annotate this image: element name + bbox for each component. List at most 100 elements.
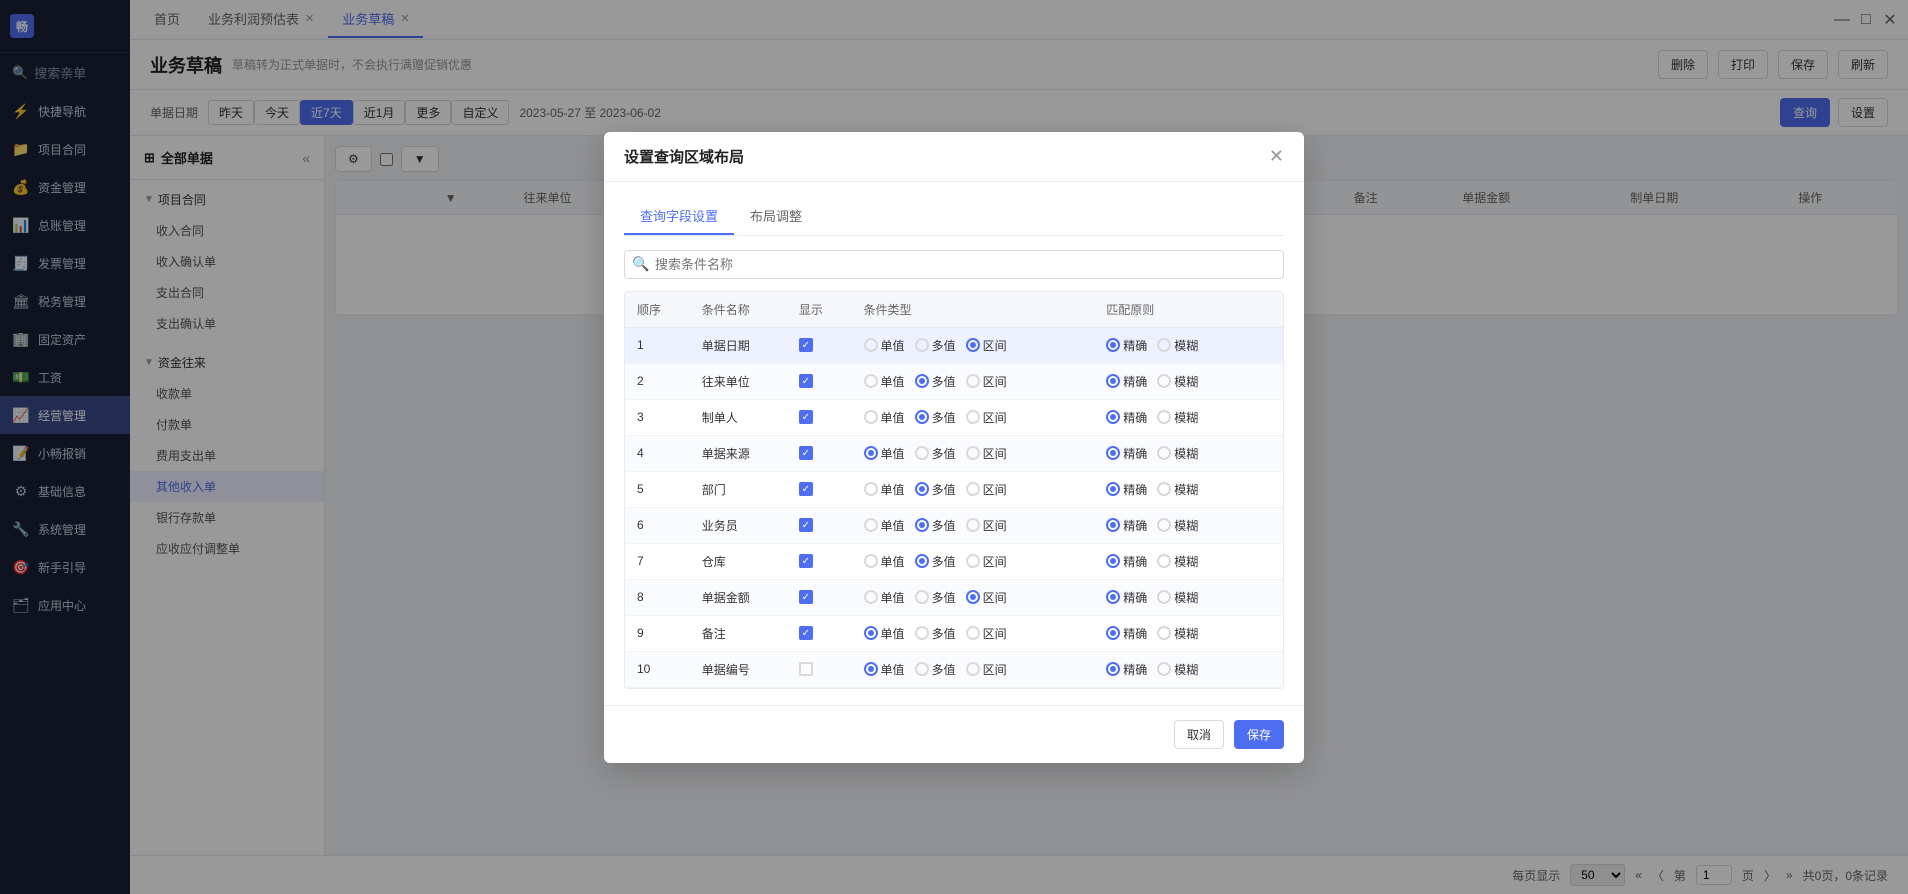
type-radio-区间-2[interactable]: 区间 bbox=[966, 409, 1007, 426]
type-radio-区间-6[interactable]: 区间 bbox=[966, 553, 1007, 570]
type-radio-区间-7[interactable]: 区间 bbox=[966, 589, 1007, 606]
type-radio-区间-1[interactable]: 区间 bbox=[966, 373, 1007, 390]
row-display-9[interactable] bbox=[787, 651, 852, 687]
type-radio-group-5: 单值 多值 区间 bbox=[864, 517, 1083, 534]
match-label-精确: 精确 bbox=[1123, 445, 1147, 462]
row-display-7[interactable]: ✓ bbox=[787, 579, 852, 615]
type-radio-多值-2[interactable]: 多值 bbox=[915, 409, 956, 426]
match-circle-精确 bbox=[1106, 662, 1120, 676]
display-checkbox-3[interactable]: ✓ bbox=[799, 446, 813, 460]
radio-circle-单值 bbox=[864, 518, 878, 532]
type-radio-多值-5[interactable]: 多值 bbox=[915, 517, 956, 534]
type-radio-单值-9[interactable]: 单值 bbox=[864, 661, 905, 678]
modal-table-row: 10 单据编号 单值 多值 区间 精确 模糊 bbox=[625, 651, 1283, 687]
type-radio-多值-1[interactable]: 多值 bbox=[915, 373, 956, 390]
match-radio-精确-5[interactable]: 精确 bbox=[1106, 517, 1147, 534]
match-radio-精确-8[interactable]: 精确 bbox=[1106, 625, 1147, 642]
radio-label-单值: 单值 bbox=[881, 481, 905, 498]
match-radio-模糊-2[interactable]: 模糊 bbox=[1157, 409, 1198, 426]
type-radio-单值-2[interactable]: 单值 bbox=[864, 409, 905, 426]
display-checkbox-9[interactable] bbox=[799, 662, 813, 676]
match-radio-模糊-4[interactable]: 模糊 bbox=[1157, 481, 1198, 498]
type-radio-区间-9[interactable]: 区间 bbox=[966, 661, 1007, 678]
radio-label-单值: 单值 bbox=[881, 373, 905, 390]
row-display-3[interactable]: ✓ bbox=[787, 435, 852, 471]
match-radio-精确-0[interactable]: 精确 bbox=[1106, 337, 1147, 354]
modal-overlay[interactable]: 设置查询区域布局 ✕ 查询字段设置 布局调整 🔍 顺序 条件名称 显示 bbox=[0, 0, 1908, 894]
row-display-1[interactable]: ✓ bbox=[787, 363, 852, 399]
type-radio-单值-8[interactable]: 单值 bbox=[864, 625, 905, 642]
display-checkbox-5[interactable]: ✓ bbox=[799, 518, 813, 532]
match-radio-精确-9[interactable]: 精确 bbox=[1106, 661, 1147, 678]
type-radio-多值-8[interactable]: 多值 bbox=[915, 625, 956, 642]
display-checkbox-6[interactable]: ✓ bbox=[799, 554, 813, 568]
row-display-6[interactable]: ✓ bbox=[787, 543, 852, 579]
type-radio-多值-6[interactable]: 多值 bbox=[915, 553, 956, 570]
match-radio-模糊-0[interactable]: 模糊 bbox=[1157, 337, 1198, 354]
type-radio-单值-4[interactable]: 单值 bbox=[864, 481, 905, 498]
display-checkbox-0[interactable]: ✓ bbox=[799, 338, 813, 352]
row-match-4: 精确 模糊 bbox=[1094, 471, 1283, 507]
type-radio-区间-5[interactable]: 区间 bbox=[966, 517, 1007, 534]
type-radio-多值-7[interactable]: 多值 bbox=[915, 589, 956, 606]
match-radio-模糊-9[interactable]: 模糊 bbox=[1157, 661, 1198, 678]
row-display-8[interactable]: ✓ bbox=[787, 615, 852, 651]
radio-circle-单值 bbox=[864, 590, 878, 604]
radio-label-单值: 单值 bbox=[881, 445, 905, 462]
radio-label-区间: 区间 bbox=[983, 553, 1007, 570]
radio-label-单值: 单值 bbox=[881, 625, 905, 642]
display-checkbox-2[interactable]: ✓ bbox=[799, 410, 813, 424]
type-radio-单值-6[interactable]: 单值 bbox=[864, 553, 905, 570]
row-display-5[interactable]: ✓ bbox=[787, 507, 852, 543]
modal-tab-query[interactable]: 查询字段设置 bbox=[624, 198, 734, 235]
type-radio-多值-4[interactable]: 多值 bbox=[915, 481, 956, 498]
match-radio-精确-3[interactable]: 精确 bbox=[1106, 445, 1147, 462]
match-radio-精确-4[interactable]: 精确 bbox=[1106, 481, 1147, 498]
match-radio-模糊-8[interactable]: 模糊 bbox=[1157, 625, 1198, 642]
display-checkbox-4[interactable]: ✓ bbox=[799, 482, 813, 496]
modal-tab-layout[interactable]: 布局调整 bbox=[734, 198, 818, 235]
modal-col-type: 条件类型 bbox=[852, 292, 1095, 328]
row-display-0[interactable]: ✓ bbox=[787, 327, 852, 363]
type-radio-单值-1[interactable]: 单值 bbox=[864, 373, 905, 390]
modal-search-wrapper: 🔍 bbox=[624, 250, 1284, 279]
match-radio-精确-2[interactable]: 精确 bbox=[1106, 409, 1147, 426]
modal-search-input[interactable] bbox=[624, 250, 1284, 279]
type-radio-单值-3[interactable]: 单值 bbox=[864, 445, 905, 462]
match-radio-模糊-3[interactable]: 模糊 bbox=[1157, 445, 1198, 462]
modal-save-btn[interactable]: 保存 bbox=[1234, 720, 1284, 749]
match-radio-模糊-6[interactable]: 模糊 bbox=[1157, 553, 1198, 570]
type-radio-多值-9[interactable]: 多值 bbox=[915, 661, 956, 678]
match-radio-模糊-5[interactable]: 模糊 bbox=[1157, 517, 1198, 534]
match-radio-group-1: 精确 模糊 bbox=[1106, 373, 1271, 390]
type-radio-单值-0[interactable]: 单值 bbox=[864, 337, 905, 354]
display-checkbox-8[interactable]: ✓ bbox=[799, 626, 813, 640]
type-radio-区间-0[interactable]: 区间 bbox=[966, 337, 1007, 354]
type-radio-单值-7[interactable]: 单值 bbox=[864, 589, 905, 606]
display-checkbox-7[interactable]: ✓ bbox=[799, 590, 813, 604]
type-radio-多值-3[interactable]: 多值 bbox=[915, 445, 956, 462]
radio-label-区间: 区间 bbox=[983, 589, 1007, 606]
type-radio-区间-4[interactable]: 区间 bbox=[966, 481, 1007, 498]
row-name-8: 备注 bbox=[690, 615, 787, 651]
row-display-2[interactable]: ✓ bbox=[787, 399, 852, 435]
match-radio-模糊-7[interactable]: 模糊 bbox=[1157, 589, 1198, 606]
display-checkbox-1[interactable]: ✓ bbox=[799, 374, 813, 388]
row-display-4[interactable]: ✓ bbox=[787, 471, 852, 507]
type-radio-单值-5[interactable]: 单值 bbox=[864, 517, 905, 534]
match-radio-模糊-1[interactable]: 模糊 bbox=[1157, 373, 1198, 390]
type-radio-多值-0[interactable]: 多值 bbox=[915, 337, 956, 354]
modal-cancel-btn[interactable]: 取消 bbox=[1174, 720, 1224, 749]
match-circle-精确 bbox=[1106, 446, 1120, 460]
modal-close-btn[interactable]: ✕ bbox=[1269, 146, 1284, 167]
match-radio-精确-1[interactable]: 精确 bbox=[1106, 373, 1147, 390]
radio-label-多值: 多值 bbox=[932, 373, 956, 390]
radio-label-区间: 区间 bbox=[983, 517, 1007, 534]
match-radio-精确-6[interactable]: 精确 bbox=[1106, 553, 1147, 570]
modal-table-row: 8 单据金额 ✓ 单值 多值 区间 精确 模糊 bbox=[625, 579, 1283, 615]
radio-label-区间: 区间 bbox=[983, 661, 1007, 678]
modal-col-order: 顺序 bbox=[625, 292, 690, 328]
type-radio-区间-3[interactable]: 区间 bbox=[966, 445, 1007, 462]
match-radio-精确-7[interactable]: 精确 bbox=[1106, 589, 1147, 606]
type-radio-区间-8[interactable]: 区间 bbox=[966, 625, 1007, 642]
